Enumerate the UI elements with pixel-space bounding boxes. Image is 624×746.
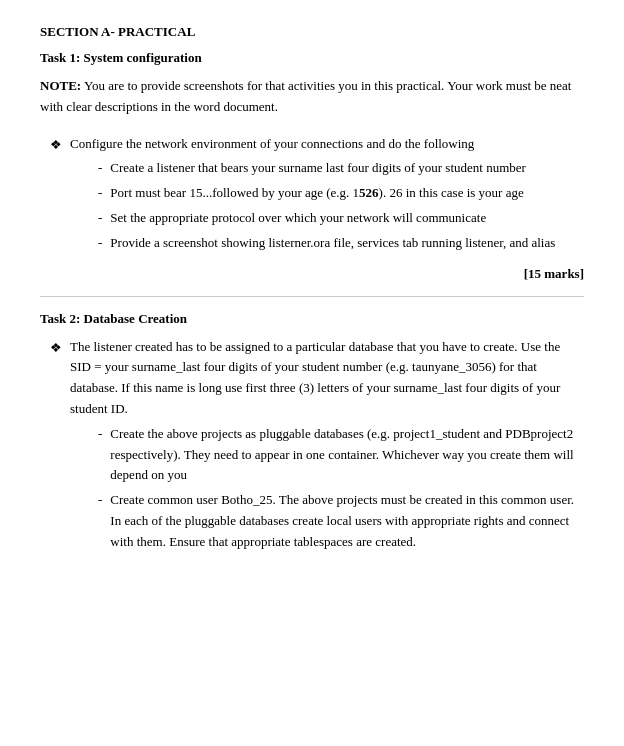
task2-label: Task 2: [40,311,80,326]
task2-dash-list: - Create the above projects as pluggable… [98,424,584,553]
dash-symbol-1: - [98,158,102,179]
dash-text-4: Provide a screenshot showing listerner.o… [110,233,584,254]
task1-bullet-content: Configure the network environment of you… [70,134,584,258]
task2-bullet-section: ❖ The listener created has to be assigne… [50,337,584,557]
task1-label: Task 1: [40,50,80,65]
note-label: NOTE: [40,78,81,93]
task2-dash-item-1: - Create the above projects as pluggable… [98,424,584,486]
task2-dash-item-2: - Create common user Botho_25. The above… [98,490,584,552]
dash-symbol-3: - [98,208,102,229]
note-text: You are to provide screenshots for that … [40,78,571,114]
divider1 [40,296,584,297]
task1-header: Task 1: System configuration [40,50,584,66]
task1-bullet-item: ❖ Configure the network environment of y… [50,134,584,258]
task2-bullet-item: ❖ The listener created has to be assigne… [50,337,584,557]
task2-title: Database Creation [80,311,187,326]
task2-bullet-text: The listener created has to be assigned … [70,339,560,416]
diamond-icon-2: ❖ [50,338,62,359]
task1-bullet-text: Configure the network environment of you… [70,136,474,151]
dash-item-1: - Create a listener that bears your surn… [98,158,584,179]
task2-dash-symbol-1: - [98,424,102,445]
dash-symbol-4: - [98,233,102,254]
dash-item-3: - Set the appropriate protocol over whic… [98,208,584,229]
task1-dash-list: - Create a listener that bears your surn… [98,158,584,253]
task2-dash-text-2: Create common user Botho_25. The above p… [110,490,584,552]
dash-symbol-2: - [98,183,102,204]
diamond-icon: ❖ [50,135,62,156]
dash-item-4: - Provide a screenshot showing listerner… [98,233,584,254]
dash-text-3: Set the appropriate protocol over which … [110,208,584,229]
section-title: SECTION A- PRACTICAL [40,24,584,40]
task1-title: System configuration [80,50,201,65]
task1-bullet-section: ❖ Configure the network environment of y… [50,134,584,258]
dash-item-2: - Port must bear 15...followed by your a… [98,183,584,204]
task2-dash-text-1: Create the above projects as pluggable d… [110,424,584,486]
marks1: [15 marks] [40,266,584,282]
dash-text-1: Create a listener that bears your surnam… [110,158,584,179]
note-block: NOTE: You are to provide screenshots for… [40,76,584,118]
dash-text-2: Port must bear 15...followed by your age… [110,183,584,204]
task2-header: Task 2: Database Creation [40,311,584,327]
task2-bullet-content: The listener created has to be assigned … [70,337,584,557]
task2-dash-symbol-2: - [98,490,102,511]
